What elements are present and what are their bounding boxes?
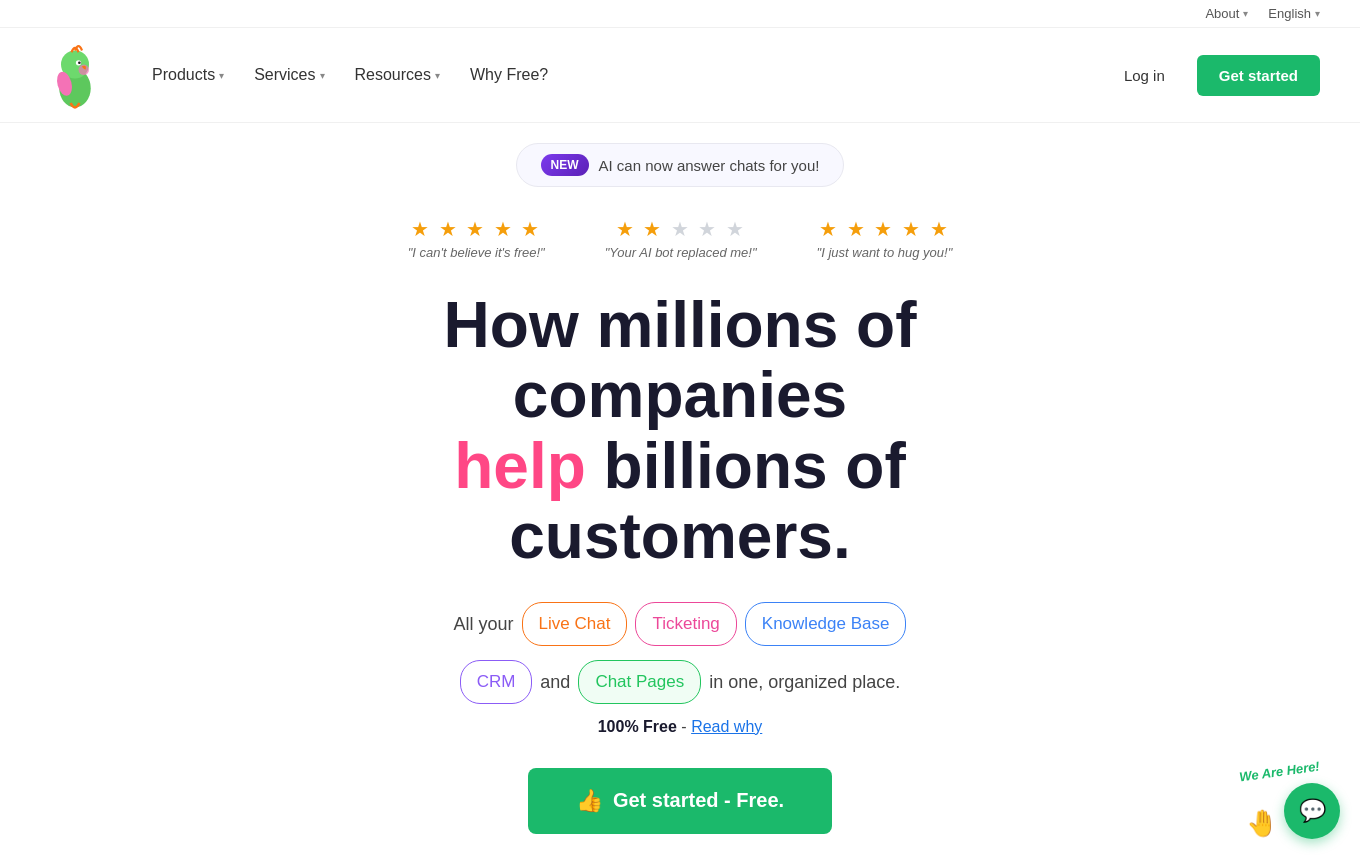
about-menu[interactable]: About ▾ bbox=[1205, 6, 1248, 21]
navbar: Products ▾ Services ▾ Resources ▾ Why Fr… bbox=[0, 28, 1360, 123]
about-chevron-icon: ▾ bbox=[1243, 8, 1248, 19]
resources-chevron-icon: ▾ bbox=[435, 70, 440, 81]
tag-ticketing[interactable]: Ticketing bbox=[635, 602, 736, 646]
new-badge: NEW bbox=[541, 154, 589, 176]
review-1: ★ ★ ★ ★ ★ "I can't believe it's free!" bbox=[408, 217, 545, 260]
chat-bubble-button[interactable]: 💬 bbox=[1284, 783, 1340, 839]
stars-1: ★ ★ ★ ★ ★ bbox=[411, 217, 541, 241]
review-3: ★ ★ ★ ★ ★ "I just want to hug you!" bbox=[817, 217, 953, 260]
review-text-2: "Your AI bot replaced me!" bbox=[605, 245, 757, 260]
read-why-link[interactable]: Read why bbox=[691, 718, 762, 735]
review-text-1: "I can't believe it's free!" bbox=[408, 245, 545, 260]
about-label: About bbox=[1205, 6, 1239, 21]
banner-text: AI can now answer chats for you! bbox=[599, 157, 820, 174]
hero-line1: How millions of companies bbox=[444, 289, 917, 431]
wave-hand-icon: 🤚 bbox=[1246, 808, 1278, 839]
free-text: 100% Free - Read why bbox=[598, 718, 763, 736]
nav-right: Log in Get started bbox=[1108, 55, 1320, 96]
logo-icon bbox=[40, 40, 110, 110]
language-menu[interactable]: English ▾ bbox=[1268, 6, 1320, 21]
reviews-row: ★ ★ ★ ★ ★ "I can't believe it's free!" ★… bbox=[408, 217, 953, 260]
products-chevron-icon: ▾ bbox=[219, 70, 224, 81]
new-banner[interactable]: NEW AI can now answer chats for you! bbox=[516, 143, 845, 187]
tags-and: and bbox=[540, 664, 570, 700]
nav-left: Products ▾ Services ▾ Resources ▾ Why Fr… bbox=[40, 40, 560, 110]
tag-live-chat[interactable]: Live Chat bbox=[522, 602, 628, 646]
svg-point-4 bbox=[78, 61, 81, 64]
tags-area: All your Live Chat Ticketing Knowledge B… bbox=[454, 602, 907, 646]
main-content: NEW AI can now answer chats for you! ★ ★… bbox=[0, 123, 1360, 859]
hero-highlight: help bbox=[454, 430, 586, 502]
thumbs-up-icon: 👍 bbox=[576, 788, 603, 814]
stars-3: ★ ★ ★ ★ ★ bbox=[819, 217, 949, 241]
stars-2: ★ ★ ★ ★ ★ bbox=[616, 217, 746, 241]
nav-products[interactable]: Products ▾ bbox=[140, 58, 236, 92]
cta-button[interactable]: 👍 Get started - Free. bbox=[528, 768, 832, 834]
nav-why-free[interactable]: Why Free? bbox=[458, 58, 560, 92]
get-started-nav-button[interactable]: Get started bbox=[1197, 55, 1320, 96]
top-bar: About ▾ English ▾ bbox=[0, 0, 1360, 28]
free-separator: - bbox=[681, 718, 691, 735]
tags-prefix: All your bbox=[454, 606, 514, 642]
cta-label: Get started - Free. bbox=[613, 789, 784, 812]
chat-widget: We Are Here! 🤚 💬 bbox=[1239, 764, 1340, 839]
nav-resources[interactable]: Resources ▾ bbox=[343, 58, 452, 92]
tag-knowledge-base[interactable]: Knowledge Base bbox=[745, 602, 907, 646]
chat-icon: 💬 bbox=[1299, 798, 1326, 824]
logo[interactable] bbox=[40, 40, 110, 110]
free-bold: 100% Free bbox=[598, 718, 677, 735]
tags-area-2: CRM and Chat Pages in one, organized pla… bbox=[460, 660, 901, 704]
language-label: English bbox=[1268, 6, 1311, 21]
nav-links: Products ▾ Services ▾ Resources ▾ Why Fr… bbox=[140, 58, 560, 92]
tags-suffix: in one, organized place. bbox=[709, 664, 900, 700]
language-chevron-icon: ▾ bbox=[1315, 8, 1320, 19]
login-button[interactable]: Log in bbox=[1108, 59, 1181, 92]
services-chevron-icon: ▾ bbox=[320, 70, 325, 81]
tag-crm[interactable]: CRM bbox=[460, 660, 533, 704]
hero-heading: How millions of companies help billions … bbox=[280, 290, 1080, 572]
nav-services[interactable]: Services ▾ bbox=[242, 58, 336, 92]
tag-chat-pages[interactable]: Chat Pages bbox=[578, 660, 701, 704]
review-text-3: "I just want to hug you!" bbox=[817, 245, 953, 260]
review-2: ★ ★ ★ ★ ★ "Your AI bot replaced me!" bbox=[605, 217, 757, 260]
